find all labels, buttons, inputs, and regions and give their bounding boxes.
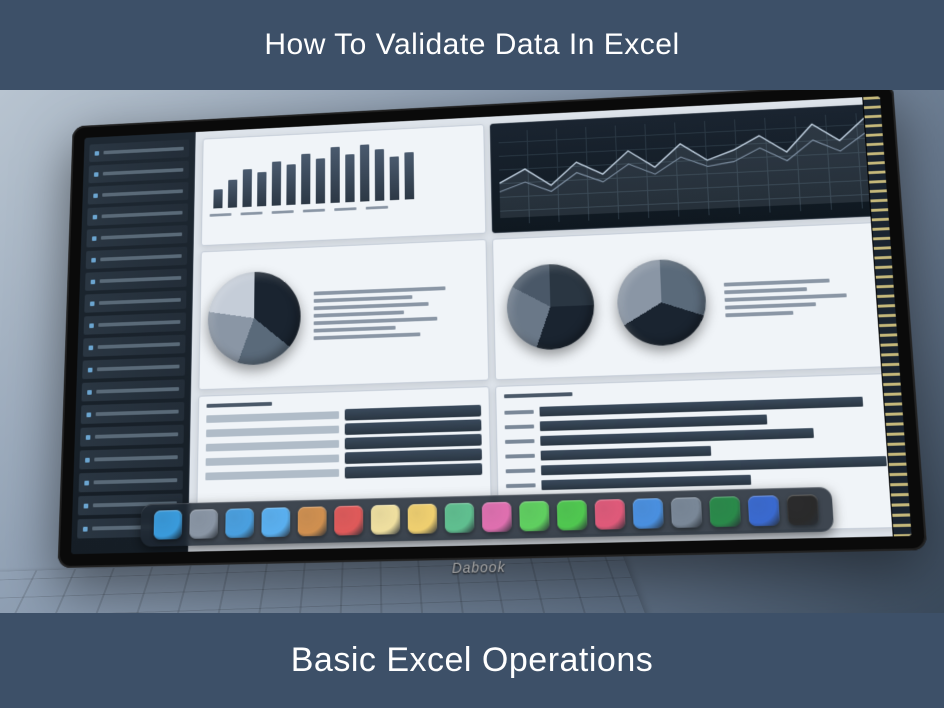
bar — [301, 154, 310, 205]
pie-chart-1 — [207, 270, 301, 366]
calendar-icon[interactable] — [334, 505, 363, 535]
sidebar-item[interactable] — [81, 379, 184, 401]
pie-chart-2 — [506, 263, 595, 352]
reminders-icon[interactable] — [371, 505, 400, 535]
sidebar-item[interactable] — [86, 247, 188, 269]
sidebar-item[interactable] — [89, 139, 189, 162]
footer-band: Basic Excel Operations — [0, 613, 944, 708]
bar — [228, 179, 237, 208]
sidebar-item[interactable] — [87, 203, 188, 226]
excel-icon[interactable] — [709, 496, 741, 527]
line-chart-svg — [498, 113, 871, 218]
sidebar-item[interactable] — [82, 357, 185, 379]
pie-panel-right — [492, 222, 892, 380]
sidebar-item[interactable] — [83, 335, 186, 357]
sidebar-item[interactable] — [88, 182, 189, 205]
mail-icon[interactable] — [261, 507, 290, 537]
maps-icon[interactable] — [445, 503, 475, 533]
bar-chart-panel — [201, 124, 486, 246]
sidebar-item[interactable] — [84, 312, 186, 334]
laptop: Dabook — [37, 90, 944, 613]
sidebar-item[interactable] — [79, 447, 183, 469]
terminal-icon[interactable] — [787, 494, 820, 525]
line-chart-panel — [489, 104, 880, 233]
facetime-icon[interactable] — [557, 500, 588, 531]
dashboard-main — [188, 96, 911, 551]
header-band: How To Validate Data In Excel — [0, 0, 944, 90]
bar — [390, 157, 400, 201]
sidebar-item[interactable] — [80, 425, 184, 447]
pie-panel-left — [198, 239, 488, 390]
bar — [286, 164, 295, 205]
appstore-icon[interactable] — [633, 498, 664, 529]
sidebar-item[interactable] — [84, 290, 186, 312]
sidebar-item[interactable] — [86, 225, 187, 248]
bar — [213, 189, 222, 208]
word-icon[interactable] — [748, 495, 780, 526]
screen — [71, 96, 912, 554]
bar — [257, 171, 266, 206]
bar — [375, 149, 385, 201]
sidebar-item[interactable] — [79, 470, 183, 492]
bar — [360, 144, 369, 201]
sidebar-item[interactable] — [88, 161, 188, 184]
photos-icon[interactable] — [482, 502, 512, 533]
messages-icon[interactable] — [519, 501, 549, 532]
laptop-brand-label: Dabook — [452, 559, 506, 576]
bar — [316, 158, 325, 204]
pie-chart-3 — [615, 258, 707, 347]
page-title: How To Validate Data In Excel — [264, 28, 679, 62]
bar — [345, 154, 354, 202]
sidebar-item[interactable] — [81, 402, 185, 424]
bar — [272, 161, 281, 205]
safari-icon[interactable] — [225, 508, 254, 538]
finder-icon[interactable] — [154, 510, 183, 540]
contacts-icon[interactable] — [298, 506, 327, 536]
bar — [242, 169, 252, 207]
bar — [404, 152, 414, 199]
hero-photo: Dabook — [0, 90, 944, 613]
launchpad-icon[interactable] — [189, 509, 218, 539]
music-icon[interactable] — [595, 499, 626, 530]
settings-icon[interactable] — [671, 497, 703, 528]
notes-icon[interactable] — [408, 504, 438, 534]
footer-title: Basic Excel Operations — [291, 641, 654, 680]
dashboard-sidebar — [71, 132, 196, 554]
bar — [331, 147, 340, 203]
sidebar-item[interactable] — [85, 268, 187, 290]
screen-bezel — [58, 90, 928, 568]
